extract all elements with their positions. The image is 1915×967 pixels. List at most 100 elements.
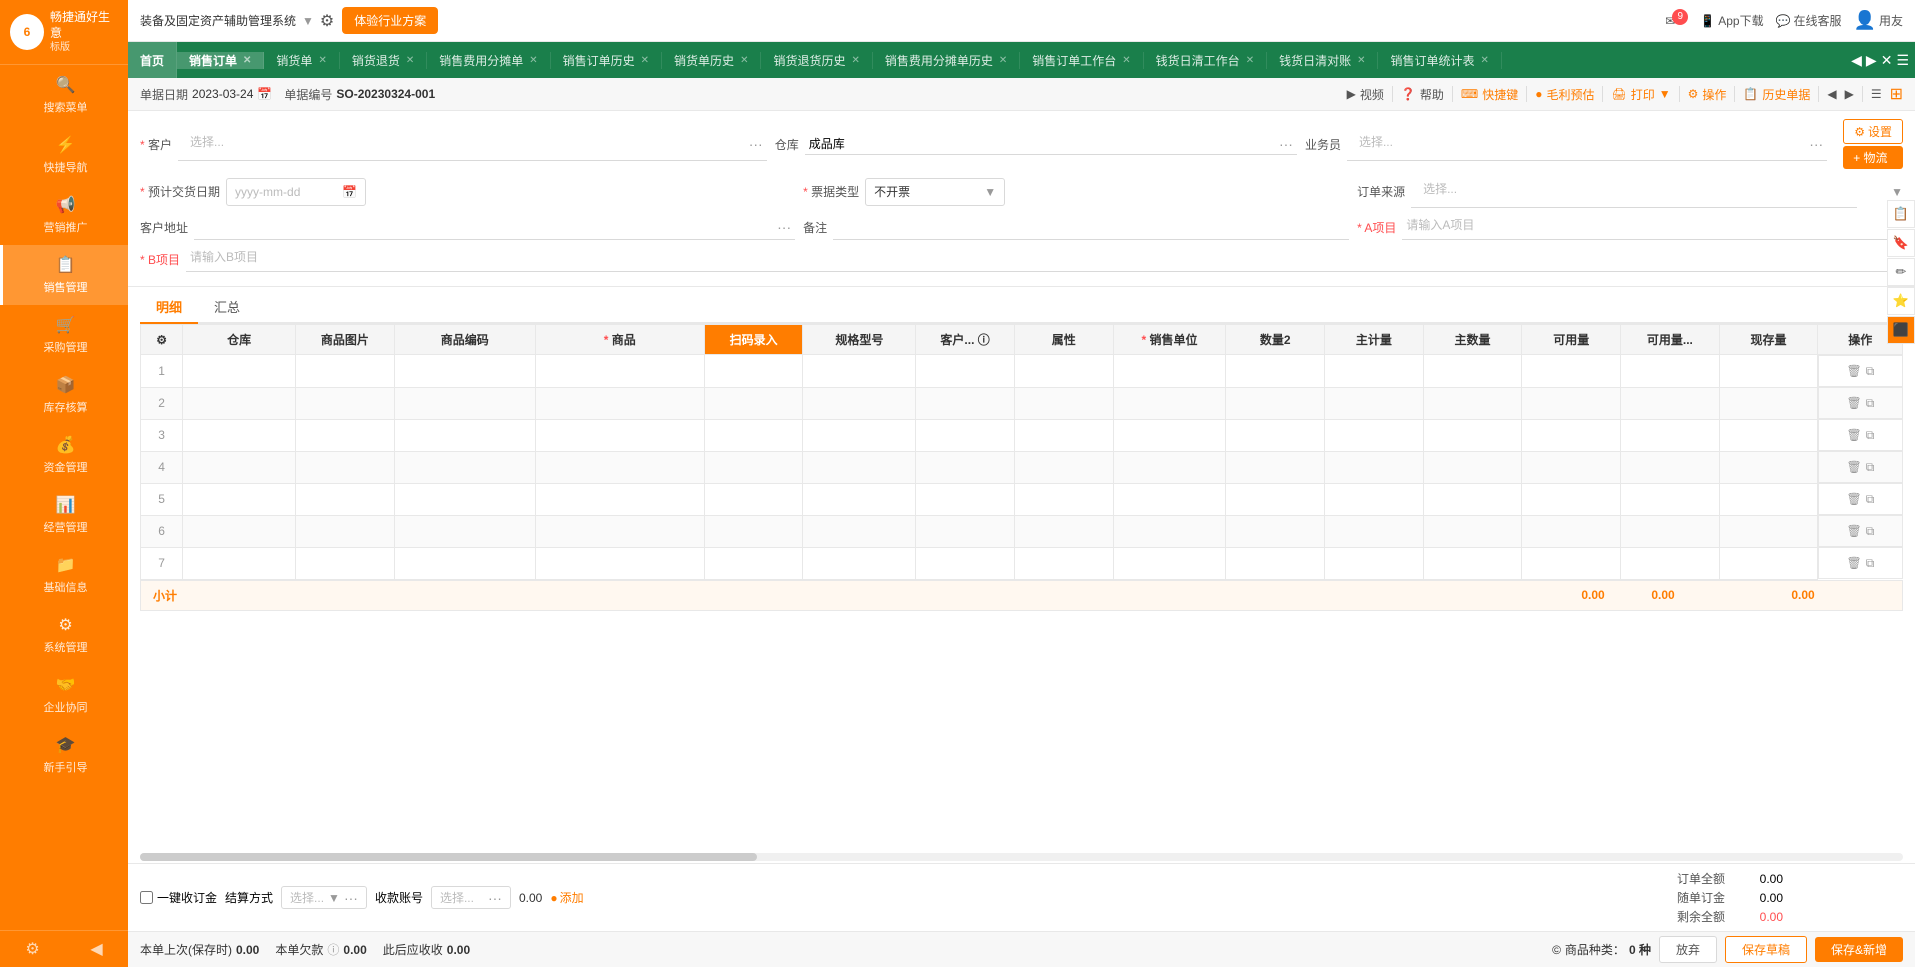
app-download-btn[interactable]: 📱 App下载 xyxy=(1700,12,1763,29)
system-title-dropdown-icon[interactable]: ▼ xyxy=(302,14,314,28)
cell-3-2[interactable] xyxy=(296,451,395,483)
sidebar-collapse-icon[interactable]: ◀ xyxy=(90,939,102,959)
cell-2-13[interactable] xyxy=(1522,419,1621,451)
copy-icon-1[interactable]: ⧉ xyxy=(1866,396,1875,411)
cell-0-1[interactable] xyxy=(183,355,296,388)
copy-icon-5[interactable]: ⧉ xyxy=(1866,524,1875,539)
cell-4-4[interactable] xyxy=(535,483,704,515)
cell-6-7[interactable] xyxy=(916,547,1015,579)
nav-tab-6[interactable]: 销货退货历史✕ xyxy=(761,52,872,69)
delete-icon-4[interactable]: 🗑 xyxy=(1847,492,1862,506)
cell-5-12[interactable] xyxy=(1423,515,1522,547)
cell-4-3[interactable] xyxy=(394,483,535,515)
user-btn[interactable]: 👤 用友 xyxy=(1854,10,1903,31)
cell-2-5[interactable] xyxy=(704,419,803,451)
shortcut-btn[interactable]: ⌨ 快捷键 xyxy=(1461,86,1518,103)
cell-3-13[interactable] xyxy=(1522,451,1621,483)
cell-6-12[interactable] xyxy=(1423,547,1522,579)
customer-input[interactable]: 选择... xyxy=(182,130,749,158)
cell-0-3[interactable] xyxy=(394,355,535,388)
payment-method-select[interactable]: 选择... ▼ ··· xyxy=(281,886,367,909)
print-dropdown-icon[interactable]: ▼ xyxy=(1659,87,1671,101)
cell-5-13[interactable] xyxy=(1522,515,1621,547)
tab-close-3[interactable]: ✕ xyxy=(529,55,537,66)
nav-tab-5[interactable]: 销货单历史✕ xyxy=(662,52,761,69)
tab-close-7[interactable]: ✕ xyxy=(999,55,1007,66)
save-new-btn[interactable]: 保存&新增 xyxy=(1815,937,1903,962)
tab-close-8[interactable]: ✕ xyxy=(1122,55,1130,66)
tab-close-9[interactable]: ✕ xyxy=(1246,55,1254,66)
cell-6-5[interactable] xyxy=(704,547,803,579)
cell-6-3[interactable] xyxy=(394,547,535,579)
nav-page-next-icon[interactable]: ▶ xyxy=(1845,87,1854,101)
warehouse-more-icon[interactable]: ··· xyxy=(1279,136,1293,152)
cell-3-10[interactable] xyxy=(1226,451,1325,483)
cell-2-6[interactable] xyxy=(803,419,916,451)
cell-6-1[interactable] xyxy=(183,547,296,579)
account-select[interactable]: 选择... ··· xyxy=(431,886,511,909)
cell-0-15[interactable] xyxy=(1719,355,1818,388)
cell-5-10[interactable] xyxy=(1226,515,1325,547)
delete-icon-2[interactable]: 🗑 xyxy=(1847,428,1862,442)
sidebar-item-2[interactable]: 📢营销推广 xyxy=(0,185,128,245)
cell-3-15[interactable] xyxy=(1719,451,1818,483)
cell-2-1[interactable] xyxy=(183,419,296,451)
tab-close-5[interactable]: ✕ xyxy=(740,55,748,66)
copy-icon-6[interactable]: ⧉ xyxy=(1866,556,1875,571)
cell-5-7[interactable] xyxy=(916,515,1015,547)
cell-0-12[interactable] xyxy=(1423,355,1522,388)
nav-next-icon[interactable]: ▶ xyxy=(1866,52,1877,69)
cell-0-13[interactable] xyxy=(1522,355,1621,388)
cell-6-14[interactable] xyxy=(1621,547,1720,579)
cell-1-3[interactable] xyxy=(394,387,535,419)
nav-prev-icon[interactable]: ◀ xyxy=(1851,52,1862,69)
addr-more-icon[interactable]: ··· xyxy=(777,219,791,235)
delivery-date-input[interactable]: yyyy-mm-dd 📅 xyxy=(226,178,366,206)
cell-2-4[interactable] xyxy=(535,419,704,451)
cell-5-3[interactable] xyxy=(394,515,535,547)
cell-1-8[interactable] xyxy=(1014,387,1113,419)
sidebar-item-9[interactable]: ⚙系统管理 xyxy=(0,605,128,665)
cell-6-9[interactable] xyxy=(1113,547,1226,579)
delete-icon-3[interactable]: 🗑 xyxy=(1847,460,1862,474)
add-payment-btn[interactable]: ● 添加 xyxy=(550,889,583,906)
calendar-icon[interactable]: 📅 xyxy=(257,87,272,101)
nav-tab-9[interactable]: 钱货日清工作台✕ xyxy=(1144,52,1267,69)
nav-page-prev-icon[interactable]: ◀ xyxy=(1827,87,1836,101)
operation-btn[interactable]: ⚙ 操作 xyxy=(1688,86,1727,103)
nav-menu-icon[interactable]: ☰ xyxy=(1896,52,1909,69)
cell-1-7[interactable] xyxy=(916,387,1015,419)
nav-tab-7[interactable]: 销售费用分摊单历史✕ xyxy=(873,52,1020,69)
cell-0-14[interactable] xyxy=(1621,355,1720,388)
rfb-2[interactable]: 🔖 xyxy=(1887,229,1915,257)
sidebar-item-7[interactable]: 📊经营管理 xyxy=(0,485,128,545)
nav-close-icon[interactable]: ✕ xyxy=(1881,52,1893,69)
cell-1-6[interactable] xyxy=(803,387,916,419)
cell-3-14[interactable] xyxy=(1621,451,1720,483)
cell-5-8[interactable] xyxy=(1014,515,1113,547)
card-view-icon[interactable]: ⊞ xyxy=(1890,84,1903,104)
cell-5-14[interactable] xyxy=(1621,515,1720,547)
cell-2-7[interactable] xyxy=(916,419,1015,451)
cell-4-11[interactable] xyxy=(1325,483,1424,515)
nav-tab-11[interactable]: 销售订单统计表✕ xyxy=(1378,52,1501,69)
cell-2-9[interactable] xyxy=(1113,419,1226,451)
cell-6-13[interactable] xyxy=(1522,547,1621,579)
tab-close-6[interactable]: ✕ xyxy=(851,55,859,66)
cell-5-11[interactable] xyxy=(1325,515,1424,547)
cell-1-5[interactable] xyxy=(704,387,803,419)
online-support-btn[interactable]: 💬 在线客服 xyxy=(1776,12,1842,29)
cell-1-14[interactable] xyxy=(1621,387,1720,419)
help-btn[interactable]: ❓ 帮助 xyxy=(1401,86,1444,103)
print-btn[interactable]: 🖨 打印 ▼ xyxy=(1611,86,1670,103)
cell-4-12[interactable] xyxy=(1423,483,1522,515)
cell-3-5[interactable] xyxy=(704,451,803,483)
cell-1-2[interactable] xyxy=(296,387,395,419)
copy-icon-2[interactable]: ⧉ xyxy=(1866,428,1875,443)
cell-4-5[interactable] xyxy=(704,483,803,515)
one-click-checkbox[interactable]: 一键收订金 xyxy=(140,889,217,906)
sidebar-item-3[interactable]: 📋销售管理 xyxy=(0,245,128,305)
rfb-5[interactable]: ⬛ xyxy=(1887,316,1915,344)
delete-icon-6[interactable]: 🗑 xyxy=(1847,556,1862,570)
detail-table-wrap[interactable]: ⚙ 仓库 商品图片 商品编码 商品 扫码录入 规格型号 客户... ⓘ 属性 销… xyxy=(128,324,1915,851)
